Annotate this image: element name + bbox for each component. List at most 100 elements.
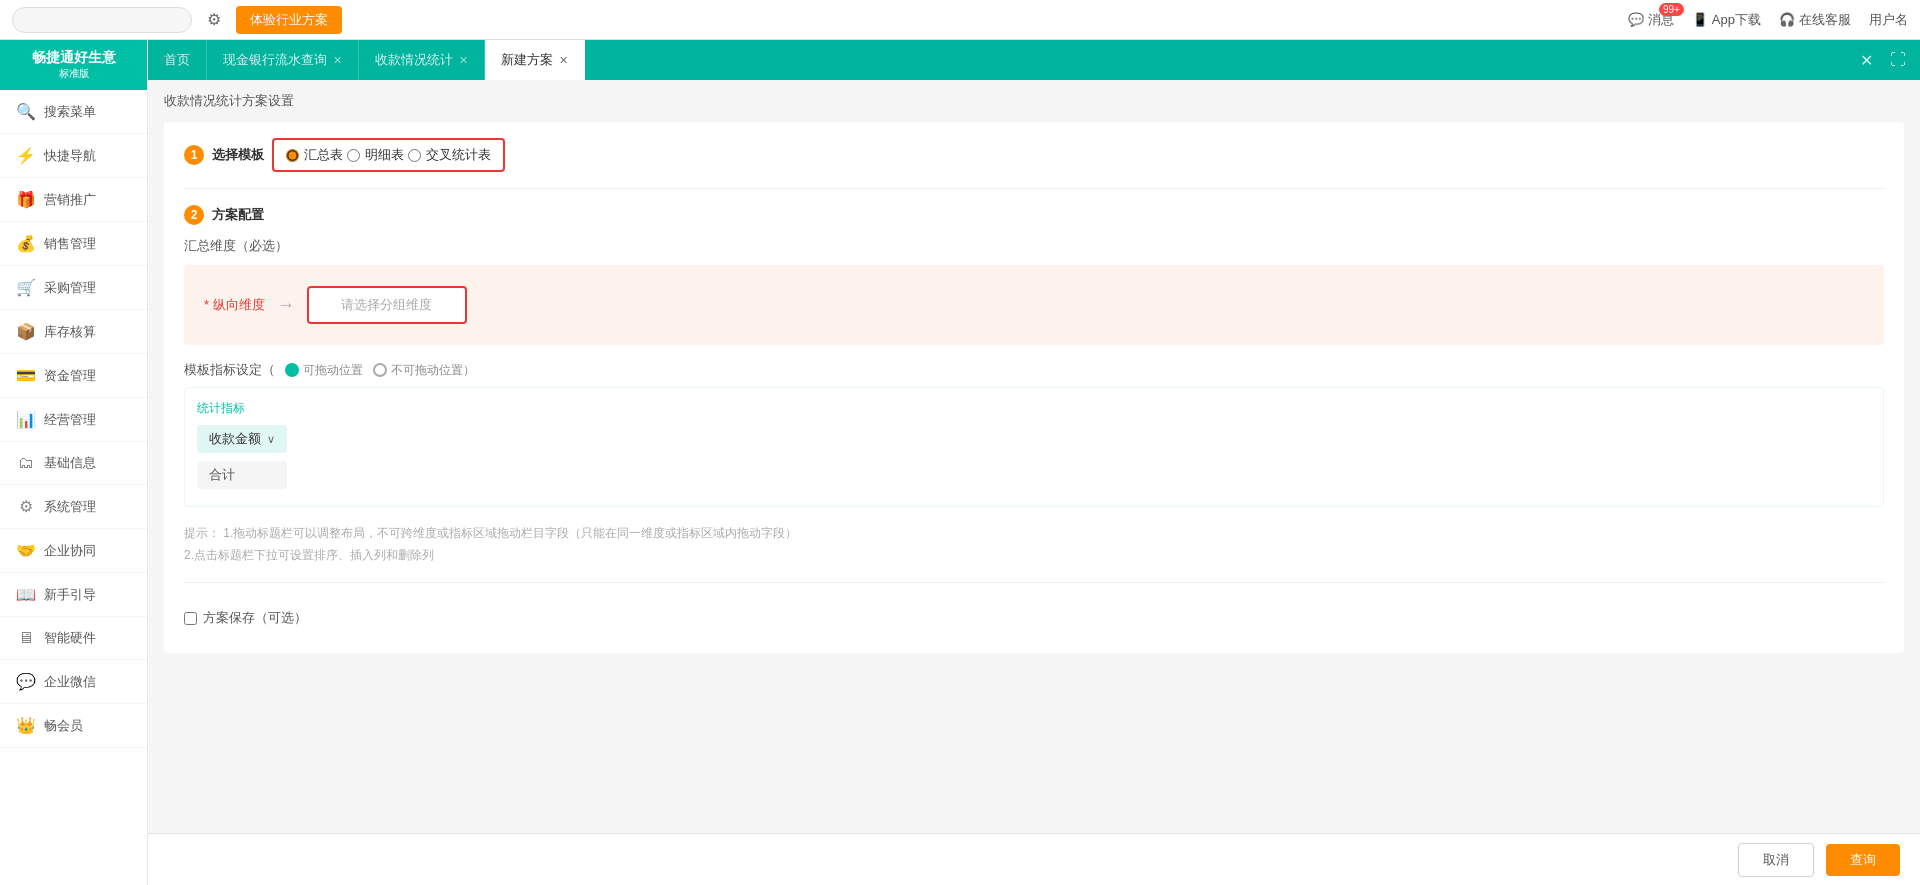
sidebar-item-label: 基础信息 [44, 454, 96, 472]
lightning-icon: ⚡ [16, 146, 36, 165]
tab-receivable-stat[interactable]: 收款情况统计 ✕ [359, 40, 485, 80]
metrics-area-label: 统计指标 [197, 400, 1871, 417]
sidebar-item-hardware[interactable]: 🖥 智能硬件 [0, 617, 147, 660]
tab-bar: 首页 现金银行流水查询 ✕ 收款情况统计 ✕ 新建方案 ✕ ✕ ⛶ [148, 40, 1920, 80]
page-content: 收款情况统计方案设置 1 选择模板 汇总表 [148, 80, 1920, 833]
sidebar-item-wechat[interactable]: 💬 企业微信 [0, 660, 147, 704]
step1-num: 1 [184, 145, 204, 165]
sidebar-item-search[interactable]: 🔍 搜索菜单 [0, 90, 147, 134]
radio-detail-label: 明细表 [365, 146, 404, 164]
divider-2 [184, 582, 1884, 583]
logo-text: 畅捷通好生意 [32, 49, 116, 67]
tab-cash-flow[interactable]: 现金银行流水查询 ✕ [207, 40, 359, 80]
tip-1: 提示： 1.拖动标题栏可以调整布局，不可跨维度或指标区域拖动栏目字段（只能在同一… [184, 523, 1884, 545]
sidebar-item-guide[interactable]: 📖 新手引导 [0, 573, 147, 617]
sidebar-item-inventory[interactable]: 📦 库存核算 [0, 310, 147, 354]
sidebar-item-sales[interactable]: 💰 销售管理 [0, 222, 147, 266]
metrics-area: 统计指标 收款金额 ∨ 合计 [184, 387, 1884, 507]
monitor-icon: 🖥 [16, 629, 36, 647]
money-icon: 💰 [16, 234, 36, 253]
dim-row-label: * 纵向维度 [204, 296, 265, 314]
tab-receivable-stat-close[interactable]: ✕ [459, 54, 468, 67]
gift-icon: 🎁 [16, 190, 36, 209]
book-icon: 📖 [16, 585, 36, 604]
metrics-config-label: 模板指标设定（ [184, 361, 275, 379]
dimension-row: * 纵向维度 → 请选择分组维度 [204, 286, 467, 324]
header-right: 💬 消息 99+ 📱 App下载 🎧 在线客服 用户名 [1628, 11, 1908, 29]
sidebar-item-label: 经营管理 [44, 411, 96, 429]
sidebar-item-member[interactable]: 👑 畅会员 [0, 704, 147, 748]
tab-expand-icon[interactable]: ⛶ [1886, 48, 1910, 72]
tab-home-label: 首页 [164, 51, 190, 69]
metrics-config: 模板指标设定（ 可拖动位置 不可拖动位置） 统计指标 [184, 361, 1884, 507]
divider-1 [184, 188, 1884, 189]
sidebar-item-label: 搜索菜单 [44, 103, 96, 121]
movable-dot-active [285, 363, 299, 377]
sidebar-item-label: 快捷导航 [44, 147, 96, 165]
step1-header: 1 选择模板 汇总表 明细表 [184, 138, 1884, 172]
chart-icon: 📊 [16, 410, 36, 429]
trial-button[interactable]: 体验行业方案 [236, 6, 342, 34]
user-area[interactable]: 用户名 [1869, 11, 1908, 29]
sidebar-item-label: 智能硬件 [44, 629, 96, 647]
message-icon: 💬 [1628, 12, 1644, 27]
sidebar-item-purchase[interactable]: 🛒 采购管理 [0, 266, 147, 310]
radio-summary[interactable]: 汇总表 [286, 146, 343, 164]
sidebar-item-basic[interactable]: 🗂 基础信息 [0, 442, 147, 485]
radio-summary-input[interactable] [286, 149, 299, 162]
tab-receivable-stat-label: 收款情况统计 [375, 51, 453, 69]
message-badge: 99+ [1659, 3, 1684, 16]
sidebar: 畅捷通好生意 标准版 🔍 搜索菜单 ⚡ 快捷导航 🎁 营销推广 💰 销售管理 🛒… [0, 40, 148, 885]
main-card: 1 选择模板 汇总表 明细表 [164, 122, 1904, 653]
tab-home[interactable]: 首页 [148, 40, 207, 80]
radio-crosstab[interactable]: 交叉统计表 [408, 146, 491, 164]
sidebar-item-system[interactable]: ⚙ 系统管理 [0, 485, 147, 529]
logo-sub: 标准版 [59, 67, 89, 81]
sidebar-item-finance[interactable]: 💳 资金管理 [0, 354, 147, 398]
cart-icon: 🛒 [16, 278, 36, 297]
radio-detail-input[interactable] [347, 149, 360, 162]
sidebar-item-corp[interactable]: 🤝 企业协同 [0, 529, 147, 573]
tip-2: 2.点击标题栏下拉可设置排序、插入列和删除列 [184, 545, 1884, 567]
sidebar-item-label: 畅会员 [44, 717, 83, 735]
step1-title: 选择模板 [212, 146, 264, 164]
user-name: 用户名 [1869, 11, 1908, 29]
tab-cash-flow-close[interactable]: ✕ [333, 54, 342, 67]
tab-cash-flow-label: 现金银行流水查询 [223, 51, 327, 69]
tab-close-icon[interactable]: ✕ [1854, 48, 1878, 72]
service-button[interactable]: 🎧 在线客服 [1779, 11, 1851, 29]
cancel-button[interactable]: 取消 [1738, 843, 1814, 877]
save-checkbox[interactable] [184, 612, 197, 625]
radio-crosstab-input[interactable] [408, 149, 421, 162]
box-icon: 📦 [16, 322, 36, 341]
radio-summary-label: 汇总表 [304, 146, 343, 164]
gear-icon[interactable]: ⚙ [200, 6, 228, 34]
headset-icon: 🎧 [1779, 12, 1795, 27]
step1-section: 1 选择模板 汇总表 明细表 [184, 138, 1884, 172]
sidebar-item-label: 企业微信 [44, 673, 96, 691]
dimension-selector[interactable]: 请选择分组维度 [307, 286, 467, 324]
sidebar-item-quick-nav[interactable]: ⚡ 快捷导航 [0, 134, 147, 178]
tab-new-plan[interactable]: 新建方案 ✕ [485, 40, 585, 80]
step2-num: 2 [184, 205, 204, 225]
download-button[interactable]: 📱 App下载 [1692, 11, 1761, 29]
sidebar-item-marketing[interactable]: 🎁 营销推广 [0, 178, 147, 222]
service-label: 在线客服 [1799, 11, 1851, 29]
sidebar-item-label: 企业协同 [44, 542, 96, 560]
tab-new-plan-close[interactable]: ✕ [559, 54, 568, 67]
metrics-header: 模板指标设定（ 可拖动位置 不可拖动位置） [184, 361, 1884, 379]
step2-title: 方案配置 [212, 206, 264, 224]
movable-label: 可拖动位置 [303, 362, 363, 379]
metric-chip-amount[interactable]: 收款金额 ∨ [197, 425, 287, 453]
query-button[interactable]: 查询 [1826, 844, 1900, 876]
footer-bar: 取消 查询 [148, 833, 1920, 885]
chat-icon: 💬 [16, 672, 36, 691]
save-option: 方案保存（可选） [184, 599, 1884, 637]
radio-detail[interactable]: 明细表 [347, 146, 404, 164]
step2-header: 2 方案配置 [184, 205, 1884, 225]
search-icon: 🔍 [16, 102, 36, 121]
movable-dot-inactive [373, 363, 387, 377]
search-input[interactable] [12, 7, 192, 33]
sidebar-item-operations[interactable]: 📊 经营管理 [0, 398, 147, 442]
message-button[interactable]: 💬 消息 99+ [1628, 11, 1674, 29]
